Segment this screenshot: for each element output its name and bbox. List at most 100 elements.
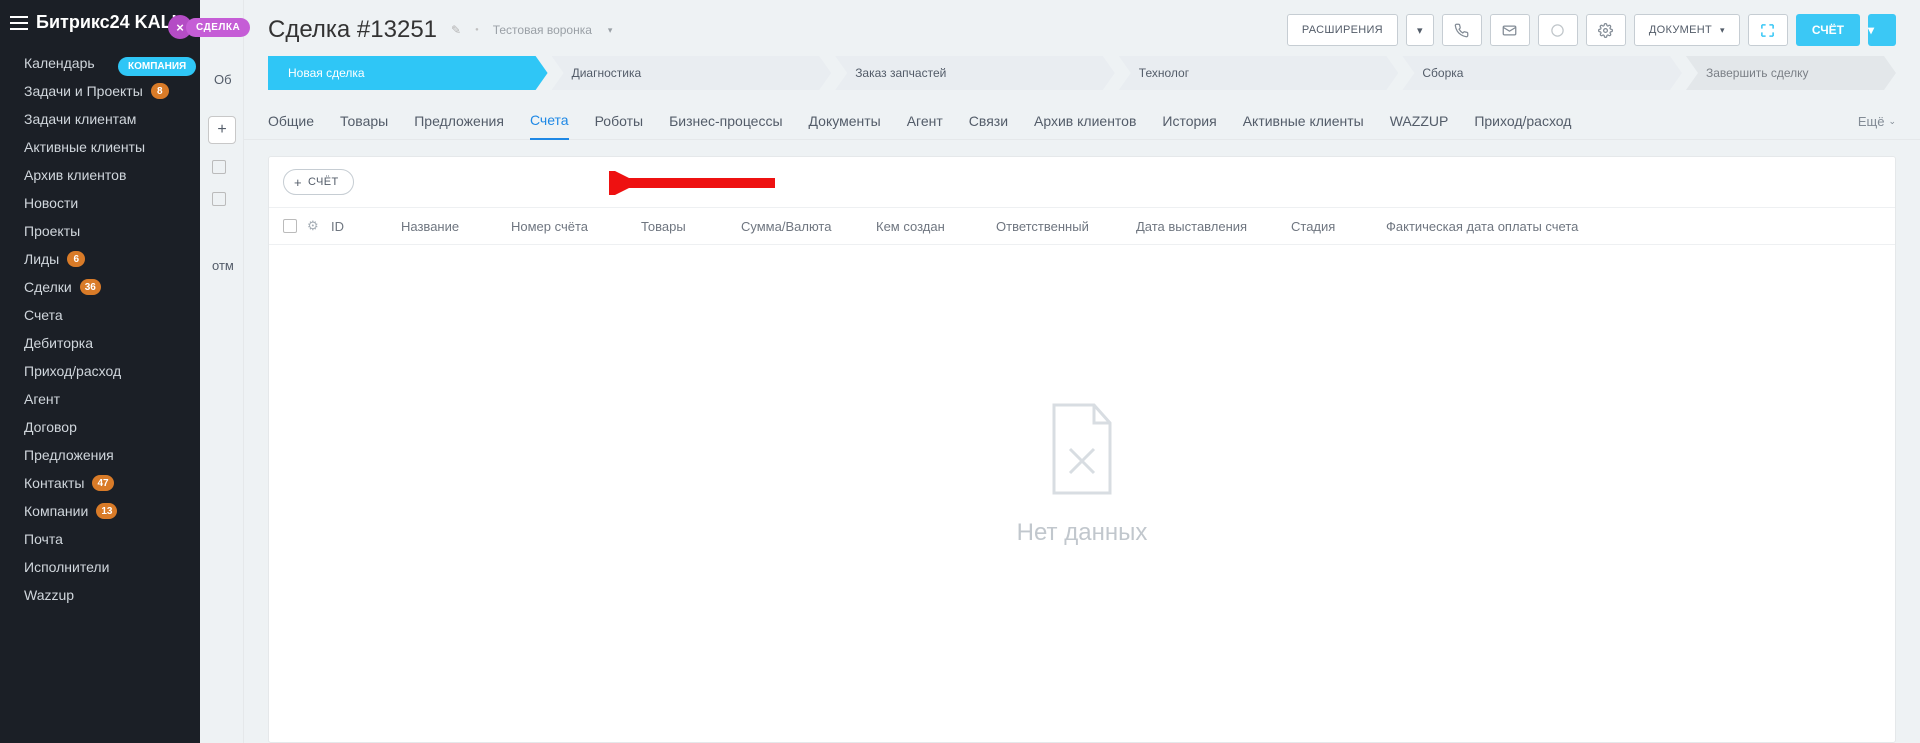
column-header[interactable]: Товары [641,219,741,234]
add-button-small[interactable]: + [208,116,236,144]
tab[interactable]: Документы [809,105,881,139]
middle-text-top: Об [214,72,232,87]
counter-badge: 6 [67,251,85,267]
panel-toolbar: + СЧЁТ [269,157,1895,207]
sidebar-item-label: Новости [24,195,78,211]
column-header[interactable]: ID [331,219,401,234]
sidebar-item[interactable]: Задачи клиентам [0,105,200,133]
column-header[interactable]: Стадия [1291,219,1386,234]
column-header[interactable]: Кем создан [876,219,996,234]
tabs-more-label: Ещё [1858,114,1885,129]
stage-pipeline: Новая сделкаДиагностикаЗаказ запчастейТе… [244,56,1920,94]
phone-icon[interactable] [1442,14,1482,46]
sidebar-item-label: Приход/расход [24,363,121,379]
document-button[interactable]: ДОКУМЕНТ ▾ [1634,14,1740,46]
arrow-annotation [609,171,779,195]
tab[interactable]: Предложения [414,105,504,139]
sidebar-menu: КалендарьЗадачи и Проекты8Задачи клиента… [0,45,200,613]
sidebar-item[interactable]: Договор [0,413,200,441]
extensions-caret[interactable]: ▾ [1406,14,1434,46]
empty-file-icon [1042,401,1122,497]
pencil-icon[interactable]: ✎ [451,23,461,37]
sidebar-item[interactable]: Агент [0,385,200,413]
checkbox[interactable] [212,192,226,206]
page-title: Сделка #13251 [268,16,437,44]
sidebar-item[interactable]: Лиды6 [0,245,200,273]
gear-icon[interactable] [1586,14,1626,46]
company-pill[interactable]: КОМПАНИЯ [118,57,196,76]
tab[interactable]: Общие [268,105,314,139]
column-header[interactable]: Ответственный [996,219,1136,234]
counter-badge: 13 [96,503,117,519]
sidebar-item[interactable]: Исполнители [0,553,200,581]
extensions-button[interactable]: РАСШИРЕНИЯ [1287,14,1398,46]
sidebar-item[interactable]: Новости [0,189,200,217]
tabs-more[interactable]: Ещё⌄ [1858,114,1896,129]
table-header: ⚙IDНазваниеНомер счётаТоварыСумма/Валюта… [269,207,1895,245]
column-header[interactable]: Сумма/Валюта [741,219,876,234]
stage[interactable]: Диагностика [552,56,832,90]
chat-icon[interactable] [1538,14,1578,46]
tab[interactable]: Счета [530,104,569,140]
add-invoice-button[interactable]: + СЧЁТ [283,169,354,195]
sidebar-item-label: Задачи клиентам [24,111,136,127]
sidebar-item[interactable]: Задачи и Проекты8 [0,77,200,105]
sidebar-item[interactable]: Приход/расход [0,357,200,385]
sidebar-item-label: Проекты [24,223,80,239]
sidebar-item-label: Почта [24,531,63,547]
chevron-down-icon: ⌄ [1888,116,1896,127]
middle-strip: Об + отм [200,0,244,743]
sidebar-item[interactable]: Предложения [0,441,200,469]
funnel-name[interactable]: Тестовая воронка [493,23,592,37]
column-header[interactable]: Номер счёта [511,219,641,234]
stage-final[interactable]: Завершить сделку [1686,56,1896,90]
checkbox[interactable] [212,160,226,174]
stage[interactable]: Заказ запчастей [835,56,1115,90]
column-header[interactable]: Название [401,219,511,234]
tab[interactable]: Связи [969,105,1008,139]
account-caret[interactable]: ▾ [1868,14,1896,46]
tab[interactable]: Роботы [595,105,643,139]
select-all-checkbox[interactable] [283,219,297,233]
column-header[interactable]: Фактическая дата оплаты счета [1386,219,1646,234]
sidebar-item[interactable]: Wazzup [0,581,200,609]
sidebar-item[interactable]: Компании13 [0,497,200,525]
chevron-down-icon[interactable]: ▾ [608,25,613,36]
tab[interactable]: Приход/расход [1474,105,1571,139]
left-sidebar: Битрикс24 KALI КалендарьЗадачи и Проекты… [0,0,200,743]
tab[interactable]: Агент [907,105,943,139]
tab[interactable]: Бизнес-процессы [669,105,782,139]
main-area: Сделка #13251 ✎ ● Тестовая воронка ▾ РАС… [244,0,1920,743]
tab[interactable]: Активные клиенты [1243,105,1364,139]
sidebar-item[interactable]: Счета [0,301,200,329]
sidebar-item[interactable]: Проекты [0,217,200,245]
sidebar-item[interactable]: Дебиторка [0,329,200,357]
plus-icon: + [294,175,302,190]
counter-badge: 36 [80,279,101,295]
sidebar-item[interactable]: Сделки36 [0,273,200,301]
deal-pill-label: СДЕЛКА [186,18,250,37]
invoice-panel: + СЧЁТ ⚙IDНазваниеНомер счётаТоварыСумма… [268,156,1896,743]
sidebar-item[interactable]: Архив клиентов [0,161,200,189]
mail-icon[interactable] [1490,14,1530,46]
tab[interactable]: Архив клиентов [1034,105,1136,139]
title-actions: РАСШИРЕНИЯ ▾ ДОКУМЕНТ ▾ [1287,14,1896,46]
tab[interactable]: История [1162,105,1216,139]
stage[interactable]: Технолог [1119,56,1399,90]
table-settings-icon[interactable]: ⚙ [307,218,331,234]
sidebar-item[interactable]: Контакты47 [0,469,200,497]
sidebar-item[interactable]: Активные клиенты [0,133,200,161]
expand-icon[interactable] [1748,14,1788,46]
stage[interactable]: Новая сделка [268,56,548,90]
sidebar-item[interactable]: Почта [0,525,200,553]
hamburger-icon[interactable] [10,16,28,30]
counter-badge: 47 [92,475,113,491]
column-header[interactable]: Дата выставления [1136,219,1291,234]
counter-badge: 8 [151,83,169,99]
tab[interactable]: Товары [340,105,388,139]
account-button[interactable]: СЧЁТ [1796,14,1860,46]
stage[interactable]: Сборка [1402,56,1682,90]
tab[interactable]: WAZZUP [1390,105,1449,139]
tabs-row: Общие Товары Предложения Счета Роботы Бизнес-… [244,94,1920,140]
brand-label: Битрикс24 KALI [36,12,177,33]
